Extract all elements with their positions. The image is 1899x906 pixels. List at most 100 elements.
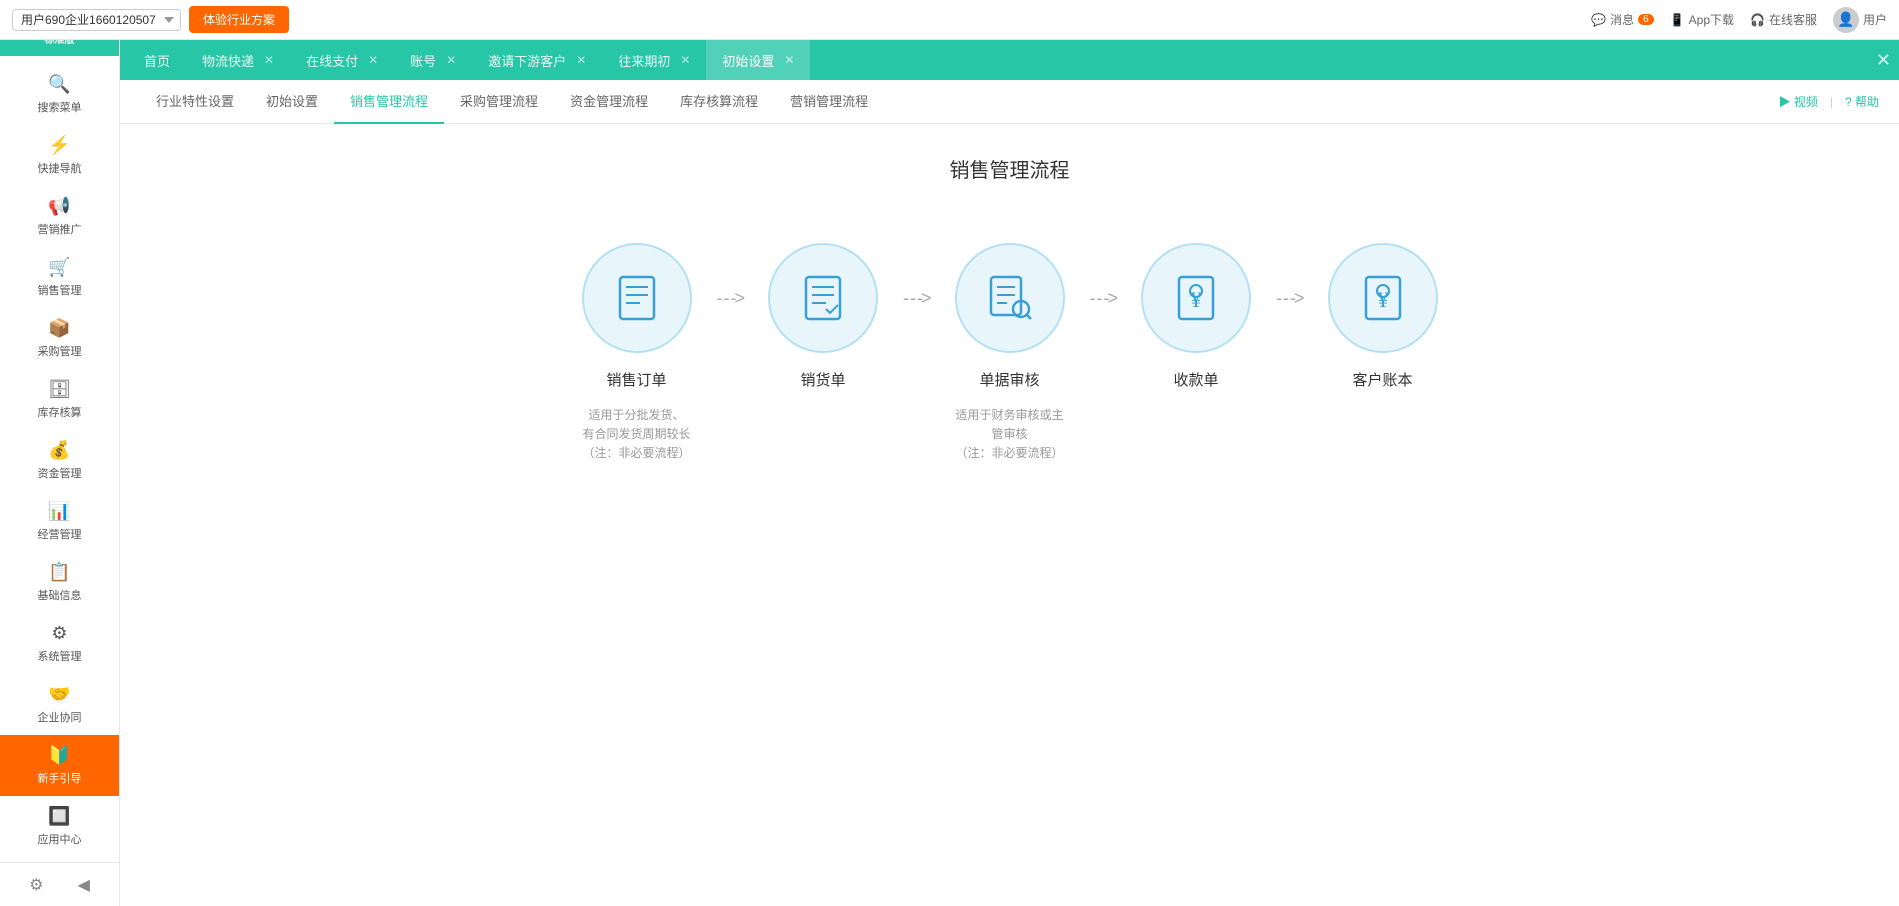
flow-circle-sales-invoice[interactable] xyxy=(768,243,878,353)
sidebar-bottom: ⚙ ◀ xyxy=(0,862,119,906)
sidebar-label-sys-mgmt: 系统管理 xyxy=(38,648,82,664)
sub-tabs: 行业特性设置初始设置销售管理流程 采购管理流程 资金管理流程 库存核算流程 营销管理流程… xyxy=(120,80,1899,124)
nav-tab-logistics[interactable]: 物流快递 ✕ xyxy=(186,40,290,80)
nav-tab-close-invite-downstream[interactable]: ✕ xyxy=(576,53,586,67)
top-bar: 用户690企业1660120507 体验行业方案 💬 消息 6 📱 App下载 … xyxy=(0,0,1899,40)
main-wrapper: 首页物流快递 ✕在线支付 ✕账号 ✕邀请下游客户 ✕往来期初 ✕初始设置 ✕✕ … xyxy=(120,40,1899,906)
nav-tab-close-init-settings[interactable]: ✕ xyxy=(784,53,794,67)
video-link[interactable]: ▶ 视频 xyxy=(1778,93,1817,110)
sub-tab-inventory-flow[interactable]: 库存核算流程 xyxy=(664,80,774,124)
sidebar-item-search[interactable]: 🔍 搜索菜单 xyxy=(0,64,119,125)
sub-tab-marketing-flow[interactable]: 营销管理流程 xyxy=(774,80,884,124)
sidebar-label-quick-nav: 快捷导航 xyxy=(38,160,82,176)
headset-icon: 🎧 xyxy=(1750,13,1765,27)
sub-tab-industry-feature[interactable]: 行业特性设置 xyxy=(140,80,250,124)
nav-tab-close-online-pay[interactable]: ✕ xyxy=(368,53,378,67)
flow-circle-sales-order[interactable] xyxy=(582,243,692,353)
flow-arrow-2: - - -> xyxy=(1090,288,1117,309)
flow-item-sales-invoice: 销货单 xyxy=(743,243,903,390)
svg-text:¥: ¥ xyxy=(1377,287,1388,312)
sub-tab-label-marketing-flow: 营销管理流程 xyxy=(790,91,868,110)
settings-icon[interactable]: ⚙ xyxy=(29,875,43,895)
sidebar-label-inventory: 库存核算 xyxy=(38,404,82,420)
nav-tab-close-logistics[interactable]: ✕ xyxy=(264,53,274,67)
message-item[interactable]: 💬 消息 6 xyxy=(1591,11,1654,28)
sidebar-nav: 🔍 搜索菜单 ⚡ 快捷导航 📢 营销推广 🛒 销售管理 📦 采购管理 🗄 库存核… xyxy=(0,56,119,862)
sub-tab-label-industry-feature: 行业特性设置 xyxy=(156,91,234,110)
nav-tab-init-settings[interactable]: 初始设置 ✕ xyxy=(706,40,810,80)
nav-close-all[interactable]: ✕ xyxy=(1876,50,1891,71)
sidebar-item-sys-mgmt[interactable]: ⚙ 系统管理 xyxy=(0,613,119,674)
flow-item-name-doc-review: 单据审核 xyxy=(979,369,1039,390)
sidebar-item-basic-info[interactable]: 📋 基础信息 xyxy=(0,552,119,613)
sub-tab-sales-flow[interactable]: 销售管理流程 xyxy=(334,80,444,124)
sidebar-icon-sys-mgmt: ⚙ xyxy=(51,623,67,644)
collapse-icon[interactable]: ◀ xyxy=(78,875,90,895)
sidebar-label-fund-mgmt: 资金管理 xyxy=(38,465,82,481)
message-icon: 💬 xyxy=(1591,13,1606,27)
nav-tab-past-period[interactable]: 往来期初 ✕ xyxy=(602,40,706,80)
sub-tabs-right: ▶ 视频 | ? 帮助 xyxy=(1778,93,1879,110)
sidebar-label-search: 搜索菜单 xyxy=(38,99,82,115)
sidebar-label-app-center: 应用中心 xyxy=(38,831,82,847)
sidebar-item-sales-mgmt[interactable]: 🛒 销售管理 xyxy=(0,247,119,308)
message-badge: 6 xyxy=(1638,14,1654,25)
nav-tab-invite-downstream[interactable]: 邀请下游客户 ✕ xyxy=(472,40,602,80)
sub-tab-fund-flow[interactable]: 资金管理流程 xyxy=(554,80,664,124)
online-service-item[interactable]: 🎧 在线客服 xyxy=(1750,11,1817,28)
sub-tab-label-fund-flow: 资金管理流程 xyxy=(570,91,648,110)
divider: | xyxy=(1830,95,1833,109)
sidebar-item-purchase-mgmt[interactable]: 📦 采购管理 xyxy=(0,308,119,369)
help-label: 帮助 xyxy=(1855,95,1879,109)
avatar: 👤 xyxy=(1833,7,1859,33)
nav-tab-label-init-settings: 初始设置 xyxy=(722,51,774,70)
experience-btn[interactable]: 体验行业方案 xyxy=(189,6,289,33)
nav-tab-home[interactable]: 首页 xyxy=(128,40,186,80)
top-bar-right: 💬 消息 6 📱 App下载 🎧 在线客服 👤 用户 xyxy=(1591,7,1887,33)
flow-circle-doc-review[interactable] xyxy=(955,243,1065,353)
flow-item-name-receipt: 收款单 xyxy=(1173,369,1218,390)
sidebar-item-new-guide[interactable]: 🔰 新手引导 xyxy=(0,735,119,796)
sidebar-item-inventory[interactable]: 🗄 库存核算 xyxy=(0,369,119,430)
sidebar-item-app-center[interactable]: 🔲 应用中心 xyxy=(0,796,119,857)
flow-item-sales-order: 销售订单 适用于分批发货、有合同发货周期较长（注：非必要流程） xyxy=(557,243,717,464)
sidebar-item-enterprise-collab[interactable]: 🤝 企业协同 xyxy=(0,674,119,735)
nav-tab-online-pay[interactable]: 在线支付 ✕ xyxy=(290,40,394,80)
sidebar-label-marketing-promo: 营销推广 xyxy=(38,221,82,237)
sidebar-icon-operation-mgmt: 📊 xyxy=(48,501,70,522)
video-label: 视频 xyxy=(1794,95,1818,109)
flow-item-doc-review: 单据审核 适用于财务审核或主管审核（注：非必要流程） xyxy=(930,243,1090,464)
sub-tab-label-inventory-flow: 库存核算流程 xyxy=(680,91,758,110)
sidebar-label-operation-mgmt: 经营管理 xyxy=(38,526,82,542)
content-area: 行业特性设置初始设置销售管理流程采购管理流程资金管理流程库存核算流程营销管理流程… xyxy=(120,80,1899,906)
flow-item-name-customer-ledger: 客户账本 xyxy=(1352,369,1412,390)
flow-circle-customer-ledger[interactable]: ¥ xyxy=(1328,243,1438,353)
sidebar-item-quick-nav[interactable]: ⚡ 快捷导航 xyxy=(0,125,119,186)
nav-tabs: 首页物流快递 ✕在线支付 ✕账号 ✕邀请下游客户 ✕往来期初 ✕初始设置 ✕✕ xyxy=(120,40,1899,80)
sub-tab-purchase-flow[interactable]: 采购管理流程 xyxy=(444,80,554,124)
nav-tab-close-past-period[interactable]: ✕ xyxy=(680,53,690,67)
sidebar-item-fund-mgmt[interactable]: 💰 资金管理 xyxy=(0,430,119,491)
sub-tabs-left: 行业特性设置初始设置销售管理流程 采购管理流程 资金管理流程 库存核算流程 营销管理流程 xyxy=(140,80,884,124)
page-title: 销售管理流程 xyxy=(160,154,1859,183)
sidebar-icon-fund-mgmt: 💰 xyxy=(48,440,70,461)
nav-tab-label-past-period: 往来期初 xyxy=(618,51,670,70)
flow-circle-receipt[interactable]: ¥ xyxy=(1141,243,1251,353)
nav-tab-close-account[interactable]: ✕ xyxy=(446,53,456,67)
sidebar-icon-basic-info: 📋 xyxy=(48,562,70,583)
nav-tab-account[interactable]: 账号 ✕ xyxy=(394,40,472,80)
flow-arrow-1: - - -> xyxy=(903,288,930,309)
sidebar-icon-marketing-promo: 📢 xyxy=(48,196,70,217)
sub-tab-label-purchase-flow: 采购管理流程 xyxy=(460,91,538,110)
sidebar-label-purchase-mgmt: 采购管理 xyxy=(38,343,82,359)
user-select[interactable]: 用户690企业1660120507 xyxy=(12,9,181,31)
user-avatar-item[interactable]: 👤 用户 xyxy=(1833,7,1887,33)
app-download-item[interactable]: 📱 App下载 xyxy=(1670,11,1734,28)
help-link[interactable]: ? 帮助 xyxy=(1845,93,1879,110)
play-icon: ▶ xyxy=(1778,95,1793,109)
help-icon: ? xyxy=(1845,95,1855,109)
sub-tab-label-sales-flow: 销售管理流程 xyxy=(350,91,428,110)
sidebar-item-operation-mgmt[interactable]: 📊 经营管理 xyxy=(0,491,119,552)
sub-tab-init-setup[interactable]: 初始设置 xyxy=(250,80,334,124)
sidebar-item-marketing-promo[interactable]: 📢 营销推广 xyxy=(0,186,119,247)
